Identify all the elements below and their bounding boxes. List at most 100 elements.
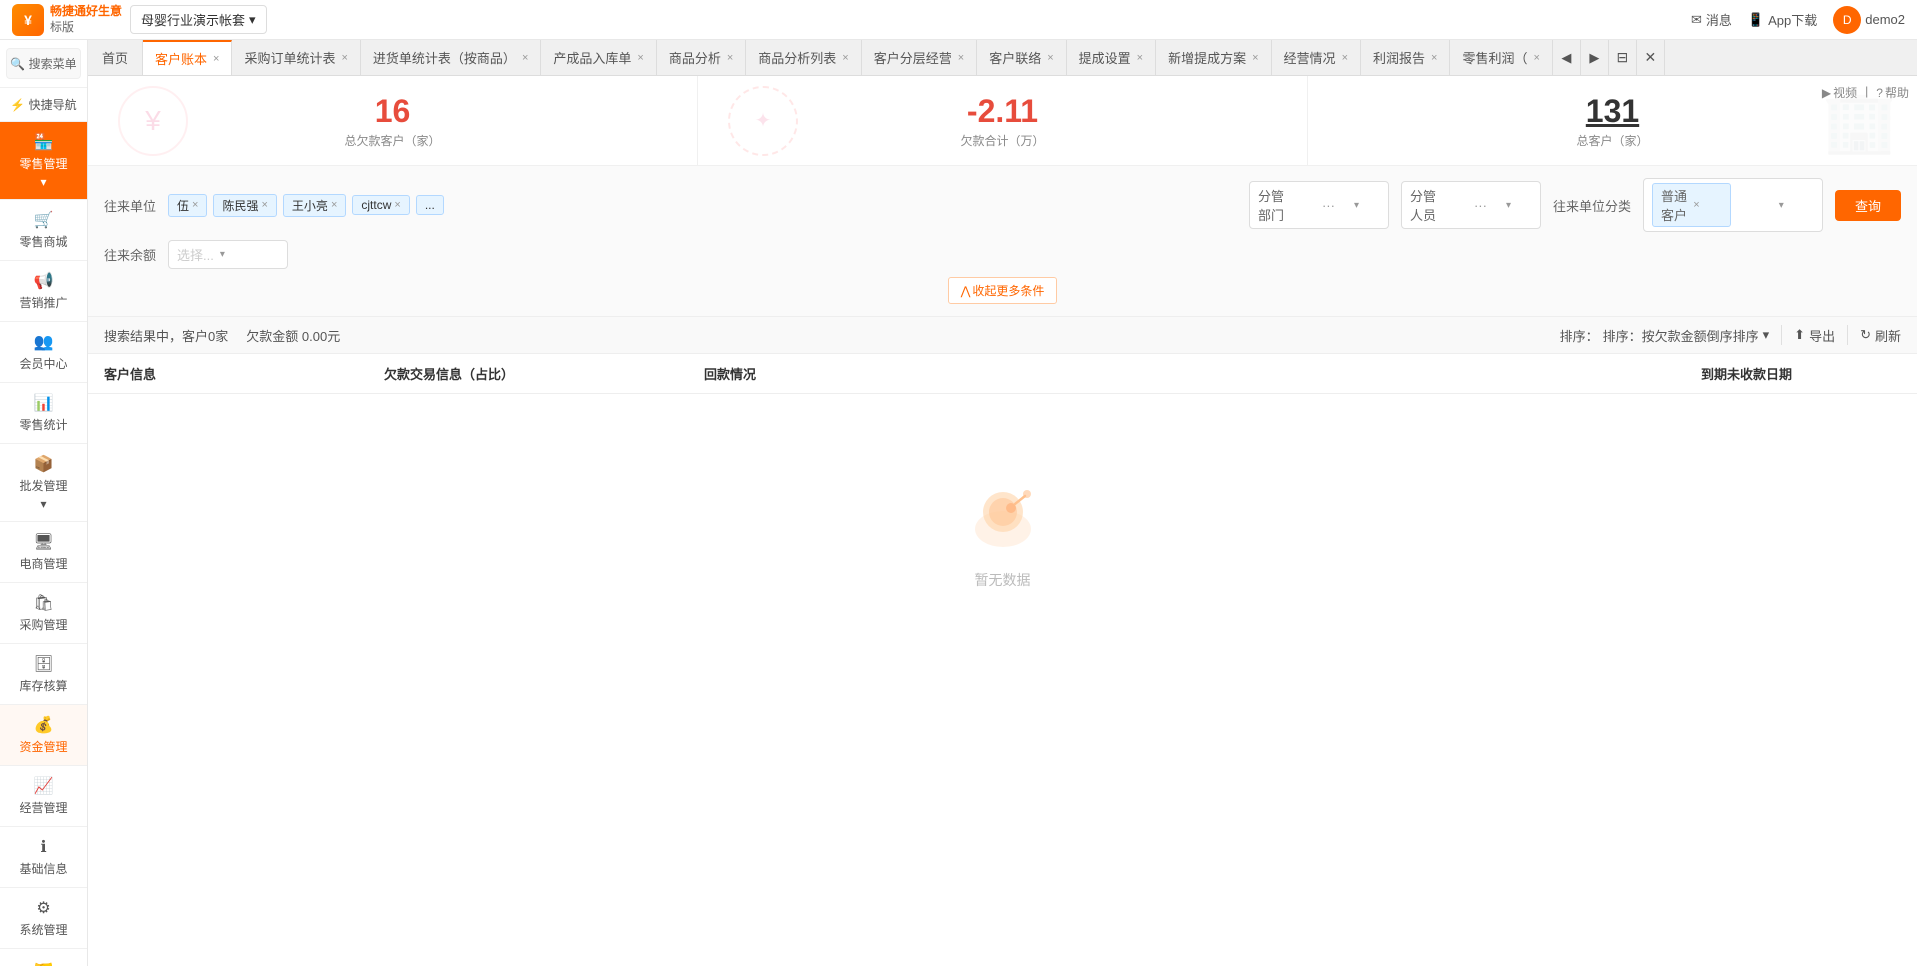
tab-close-btn[interactable]: × [958,52,964,64]
user-area[interactable]: D demo2 [1833,6,1905,34]
tab-nav-close-all[interactable]: ✕ [1637,40,1665,76]
tab-home[interactable]: 首页 [88,40,143,76]
sidebar-item-inventory[interactable]: 🗄 库存核算 [0,644,87,705]
tab-close-btn[interactable]: × [1533,52,1539,64]
tab-close-btn[interactable]: × [842,52,848,64]
tab-close-btn[interactable]: × [1431,52,1437,64]
person-selector[interactable]: 分管人员 ··· ▾ [1401,181,1541,229]
tag-close-cjttcw[interactable]: × [394,199,400,211]
dept-selector[interactable]: 分管部门 ··· ▾ [1249,181,1389,229]
collapse-btn[interactable]: ⋀ 收起更多条件 [948,277,1058,304]
quick-nav-btn[interactable]: ⚡ 快捷导航 [0,88,87,122]
quick-nav-icon: ⚡ [10,98,25,112]
app-download-btn[interactable]: 📱 App下载 [1748,10,1817,29]
logo-area: ¥ 畅捷通好生意 标版 [12,4,122,36]
tab-close-btn[interactable]: × [637,52,643,64]
sidebar-item-label: 基础信息 [19,860,67,877]
sidebar-item-ecommerce[interactable]: 🖥 电商管理 [0,522,87,583]
sidebar-item-operation[interactable]: 📈 经营管理 [0,766,87,827]
tab-purchase-order-stats[interactable]: 采购订单统计表 × [232,40,360,76]
search-menu-btn[interactable]: 🔍 搜索菜单 [6,48,81,79]
tag-close-wu[interactable]: × [192,199,198,211]
filter-tag-more[interactable]: ... [416,195,444,215]
sidebar-item-basics[interactable]: ℹ 基础信息 [0,827,87,888]
tab-nav-next[interactable]: ▶ [1581,40,1609,76]
tab-customer-segment[interactable]: 客户分层经营 × [862,40,977,76]
sidebar-item-retail-stats[interactable]: 📊 零售统计 [0,383,87,444]
tab-product-analysis-list[interactable]: 商品分析列表 × [746,40,861,76]
message-icon: ✉ [1691,12,1702,28]
tab-nav-expand[interactable]: ⊟ [1609,40,1637,76]
help-btn[interactable]: ? 帮助 [1876,84,1909,101]
tab-nav-prev[interactable]: ◀ [1553,40,1581,76]
tab-customer-contact[interactable]: 客户联络 × [977,40,1066,76]
org-name: 母婴行业演示帐套 [141,10,245,29]
filter-row-2: 往来余额 选择... ▾ [104,240,1901,269]
tab-close-btn[interactable]: × [1252,52,1258,64]
sort-label: 排序： [1560,326,1599,345]
tag-close-wang[interactable]: × [331,199,337,211]
content-area: 首页 客户账本 × 采购订单统计表 × 进货单统计表（按商品） × 产成品入库单… [88,40,1917,966]
tab-promotion-settings[interactable]: 提成设置 × [1067,40,1156,76]
unit-class-selector[interactable]: 普通客户 × ▾ [1643,178,1823,232]
tab-close-btn[interactable]: × [1342,52,1348,64]
sidebar-item-finance[interactable]: 💰 资金管理 [0,705,87,766]
unit-class-tag-close[interactable]: × [1693,199,1722,211]
tab-product-inbound[interactable]: 产成品入库单 × [541,40,656,76]
sidebar-item-enterprise[interactable]: 🤝 企业协同 [0,949,87,966]
tab-close-btn[interactable]: × [213,53,219,65]
sidebar-item-member[interactable]: 👥 会员中心 [0,322,87,383]
sidebar-item-purchase[interactable]: 🛍 采购管理 [0,583,87,644]
filter-tag-cjttcw: cjttcw × [352,195,409,215]
stat-bg-dashed-circle: ✦ [728,86,798,156]
tab-close-btn[interactable]: × [522,52,528,64]
member-icon: 👥 [34,332,54,352]
user-name: demo2 [1865,12,1905,27]
org-selector[interactable]: 母婴行业演示帐套 ▾ [130,5,267,34]
tab-purchase-stats-product[interactable]: 进货单统计表（按商品） × [361,40,541,76]
tab-close-btn[interactable]: × [727,52,733,64]
ecommerce-icon: 🖥 [33,532,53,552]
refresh-btn[interactable]: ↻ 刷新 [1860,326,1901,345]
sort-select[interactable]: 排序： 排序：按欠款金额倒序排序 ▾ [1560,326,1770,345]
export-btn[interactable]: ⬆ 导出 [1794,326,1835,345]
tag-close-chen[interactable]: × [261,199,267,211]
query-button[interactable]: 查询 [1835,190,1901,221]
retail-stats-icon: 📊 [34,393,54,413]
tab-customer-balance[interactable]: 客户账本 × [143,40,232,76]
sidebar-item-label: 零售商城 [19,233,67,250]
tab-operation-status[interactable]: 经营情况 × [1272,40,1361,76]
tab-label: 进货单统计表（按商品） [373,48,516,67]
tab-close-btn[interactable]: × [341,52,347,64]
sidebar-item-retail-mgmt[interactable]: 🏪 零售管理 ▾ [0,122,87,200]
empty-state: 暂无数据 [88,394,1917,670]
divider2 [1847,325,1848,345]
sidebar-item-marketing[interactable]: 📢 营销推广 [0,261,87,322]
refresh-icon: ↻ [1860,327,1871,343]
sidebar-item-system[interactable]: ⚙ 系统管理 [0,888,87,949]
filter-tag-wu: 伍 × [168,194,207,217]
video-btn[interactable]: ▶ 视频 [1822,84,1857,101]
collapse-label: 收起更多条件 [972,282,1044,299]
sidebar-item-label: 零售统计 [19,416,67,433]
sidebar-item-label: 零售管理 [19,155,67,172]
sidebar-item-batch-mgmt[interactable]: 📦 批发管理 ▾ [0,444,87,522]
collapse-up-icon: ⋀ [961,284,971,298]
total-customers-value: 131 [1576,93,1648,130]
table-header: 客户信息 欠款交易信息（占比） 回款情况 到期未收款日期 [88,354,1917,394]
sidebar-item-label: 营销推广 [19,294,67,311]
retail-mall-icon: 🛒 [34,210,54,230]
tab-close-btn[interactable]: × [1137,52,1143,64]
message-btn[interactable]: ✉ 消息 [1691,10,1732,29]
tab-retail-profit[interactable]: 零售利润（ × [1450,40,1552,76]
sidebar-item-label: 经营管理 [19,799,67,816]
tab-profit-report[interactable]: 利润报告 × [1361,40,1450,76]
stat-bg-circle: ¥ [118,86,188,156]
tab-close-btn[interactable]: × [1047,52,1053,64]
tab-new-promotion[interactable]: 新增提成方案 × [1156,40,1271,76]
top-bar-left: ¥ 畅捷通好生意 标版 母婴行业演示帐套 ▾ [12,4,267,36]
tab-product-analysis[interactable]: 商品分析 × [657,40,746,76]
arrow-icon: ▾ [40,175,46,189]
sidebar-item-retail-mall[interactable]: 🛒 零售商城 [0,200,87,261]
balance-input[interactable]: 选择... ▾ [168,240,288,269]
